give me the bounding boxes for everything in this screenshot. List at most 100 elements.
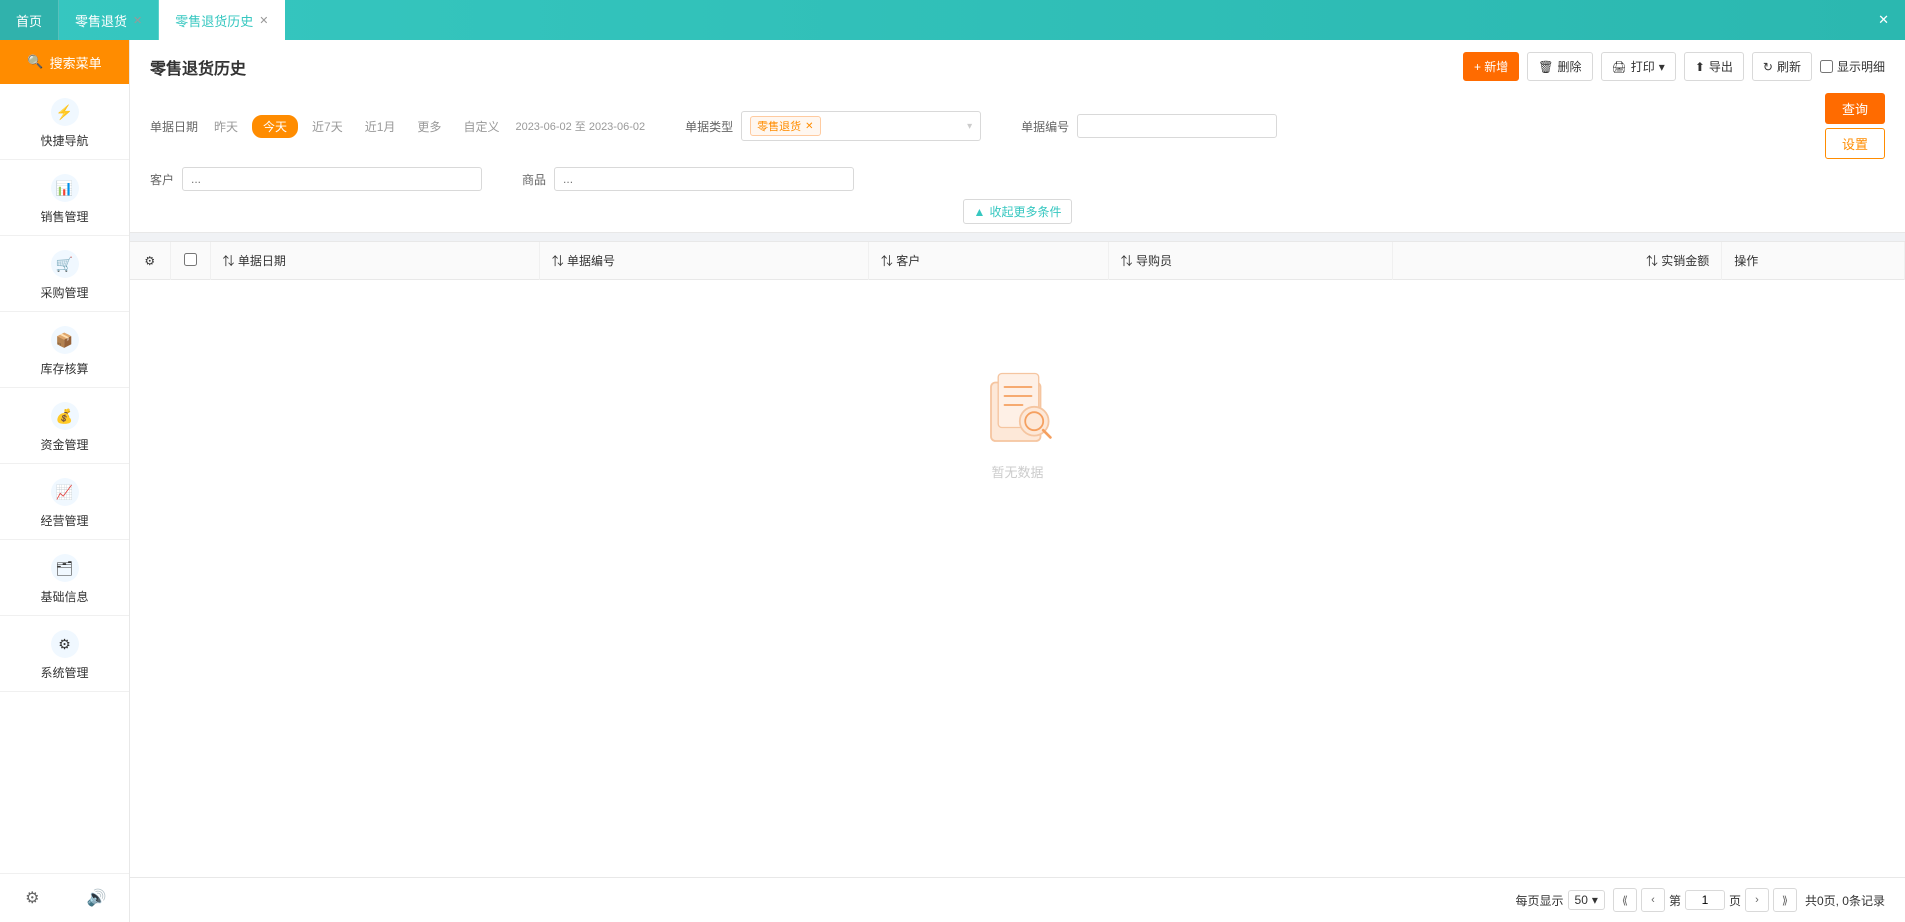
voucher-type-tag: 零售退货 ✕	[750, 116, 820, 136]
sidebar: 🔍 搜索菜单 ⚡ 快捷导航 📊 销售管理 🛒 采购管理 📦 库存核算 💰 资金管…	[0, 40, 130, 922]
filter-row-2: 客户 商品	[150, 167, 1885, 191]
sidebar-item-sales[interactable]: 📊 销售管理	[0, 160, 129, 236]
search-icon: 🔍	[27, 54, 43, 70]
page-size-select: 每页显示 50 ▾	[1516, 890, 1605, 910]
voucher-type-filter: 单据类型 零售退货 ✕ ▾	[685, 111, 981, 141]
speaker-icon[interactable]: 🔊	[83, 884, 111, 912]
operations-icon: 📈	[51, 478, 79, 506]
sidebar-item-purchase[interactable]: 🛒 采购管理	[0, 236, 129, 312]
page-last-btn[interactable]: ⟫	[1773, 888, 1797, 912]
query-button[interactable]: 查询	[1825, 93, 1885, 124]
refresh-button[interactable]: ↻ 刷新	[1752, 52, 1812, 81]
settings-bottom-icon[interactable]: ⚙	[18, 884, 46, 912]
sidebar-item-purchase-label: 采购管理	[40, 284, 88, 301]
goods-label: 商品	[522, 171, 546, 188]
tab-retail-return-history-close[interactable]: ✕	[259, 14, 268, 27]
page-size-dropdown[interactable]: 50 ▾	[1568, 890, 1605, 910]
sidebar-item-quick-nav-label: 快捷导航	[40, 132, 88, 149]
toolbar-actions: + 新增 🗑 删除 🖨 打印 ▾ ⬆ 导出 ↻	[1463, 52, 1885, 81]
date-btn-today[interactable]: 今天	[252, 115, 298, 138]
sidebar-item-quick-nav[interactable]: ⚡ 快捷导航	[0, 84, 129, 160]
voucher-no-input[interactable]	[1077, 114, 1277, 138]
empty-state: 暂无数据	[130, 280, 1905, 561]
th-action: 操作	[1722, 242, 1905, 280]
sidebar-item-finance-label: 资金管理	[40, 436, 88, 453]
print-icon: 🖨	[1612, 60, 1627, 74]
sidebar-search-label: 搜索菜单	[50, 53, 102, 72]
tab-retail-return-history[interactable]: 零售退货历史 ✕	[159, 0, 285, 40]
date-range-text: 2023-06-02 至 2023-06-02	[515, 118, 645, 134]
purchase-icon: 🛒	[51, 250, 79, 278]
sidebar-search[interactable]: 🔍 搜索菜单	[0, 40, 129, 84]
voucher-type-tag-close[interactable]: ✕	[805, 121, 813, 132]
new-button[interactable]: + 新增	[1463, 52, 1519, 81]
customer-filter: 客户	[150, 167, 482, 191]
th-customer-label: ⇅ 客户	[881, 254, 920, 268]
page-size-value: 50	[1575, 893, 1588, 907]
sidebar-bottom: ⚙ 🔊	[0, 873, 129, 922]
refresh-label: 刷新	[1777, 58, 1801, 75]
sidebar-item-inventory[interactable]: 📦 库存核算	[0, 312, 129, 388]
th-checkbox[interactable]	[170, 242, 210, 280]
th-gear[interactable]: ⚙	[130, 242, 170, 280]
sidebar-item-basic-info[interactable]: 🗂 基础信息	[0, 540, 129, 616]
collapse-row: ▲ 收起更多条件	[150, 199, 1885, 224]
voucher-type-select[interactable]: 零售退货 ✕ ▾	[741, 111, 981, 141]
display-toggle[interactable]: 显示明细	[1820, 58, 1885, 75]
collapse-label: 收起更多条件	[989, 203, 1061, 220]
tab-home-label: 首页	[16, 11, 42, 30]
tab-retail-return-close[interactable]: ✕	[133, 14, 142, 27]
th-guide: ⇅ 导购员	[1108, 242, 1392, 280]
filter-settings-button[interactable]: 设置	[1825, 128, 1885, 159]
page-title: 零售退货历史	[150, 55, 246, 79]
date-filter-buttons: 昨天 今天 近7天 近1月 更多 自定义	[206, 115, 507, 138]
date-btn-more[interactable]: 更多	[409, 116, 449, 137]
delete-button[interactable]: 🗑 删除	[1527, 52, 1592, 81]
date-btn-1month[interactable]: 近1月	[357, 116, 404, 137]
filter-area: 单据日期 昨天 今天 近7天 近1月 更多 自定义 2023-06-02 至 2…	[150, 93, 1885, 232]
customer-input[interactable]	[182, 167, 482, 191]
th-voucher-no: ⇅ 单据编号	[539, 242, 868, 280]
date-btn-yesterday[interactable]: 昨天	[206, 116, 246, 137]
page-next-btn[interactable]: ›	[1745, 888, 1769, 912]
content-area: 零售退货历史 + 新增 🗑 删除 🖨 打印 ▾ ⬆ 导出	[130, 40, 1905, 922]
tab-retail-return[interactable]: 零售退货 ✕	[59, 0, 159, 40]
page-label: 第	[1669, 892, 1681, 909]
th-guide-label: ⇅ 导购员	[1121, 254, 1172, 268]
voucher-type-label: 单据类型	[685, 118, 733, 135]
inventory-icon: 📦	[51, 326, 79, 354]
th-date: ⇅ 单据日期	[210, 242, 539, 280]
refresh-icon: ↻	[1763, 60, 1773, 74]
export-button[interactable]: ⬆ 导出	[1684, 52, 1744, 81]
page-prev-btn[interactable]: ‹	[1641, 888, 1665, 912]
date-btn-custom[interactable]: 自定义	[455, 116, 507, 137]
collapse-button[interactable]: ▲ 收起更多条件	[963, 199, 1073, 224]
select-all-checkbox[interactable]	[184, 253, 197, 266]
page-first-btn[interactable]: ⟪	[1613, 888, 1637, 912]
delete-label: 删除	[1558, 58, 1582, 75]
export-label: 导出	[1709, 58, 1733, 75]
th-amount-label: ⇅ 实销金额	[1646, 254, 1709, 268]
tab-list: 首页 零售退货 ✕ 零售退货历史 ✕	[0, 0, 1862, 40]
goods-filter: 商品	[522, 167, 854, 191]
goods-input[interactable]	[554, 167, 854, 191]
display-checkbox[interactable]	[1820, 60, 1833, 73]
top-bar-close[interactable]: ✕	[1862, 12, 1905, 28]
print-button[interactable]: 🖨 打印 ▾	[1601, 52, 1676, 81]
voucher-type-tag-text: 零售退货	[757, 118, 801, 134]
sidebar-item-operations[interactable]: 📈 经营管理	[0, 464, 129, 540]
sidebar-item-system[interactable]: ⚙ 系统管理	[0, 616, 129, 692]
export-icon: ⬆	[1695, 60, 1705, 74]
page-number-input[interactable]	[1685, 890, 1725, 910]
data-table: ⚙ ⇅ 单据日期 ⇅ 单据编号 ⇅ 客户	[130, 242, 1905, 280]
date-btn-7days[interactable]: 近7天	[304, 116, 351, 137]
date-filter-label: 单据日期	[150, 118, 198, 135]
page-title-row: 零售退货历史 + 新增 🗑 删除 🖨 打印 ▾ ⬆ 导出	[150, 52, 1885, 81]
tab-home[interactable]: 首页	[0, 0, 59, 40]
tab-retail-return-history-label: 零售退货历史	[175, 11, 253, 30]
th-date-label: ⇅ 单据日期	[223, 254, 286, 268]
system-icon: ⚙	[51, 630, 79, 658]
sidebar-item-finance[interactable]: 💰 资金管理	[0, 388, 129, 464]
customer-label: 客户	[150, 171, 174, 188]
sidebar-item-system-label: 系统管理	[40, 664, 88, 681]
